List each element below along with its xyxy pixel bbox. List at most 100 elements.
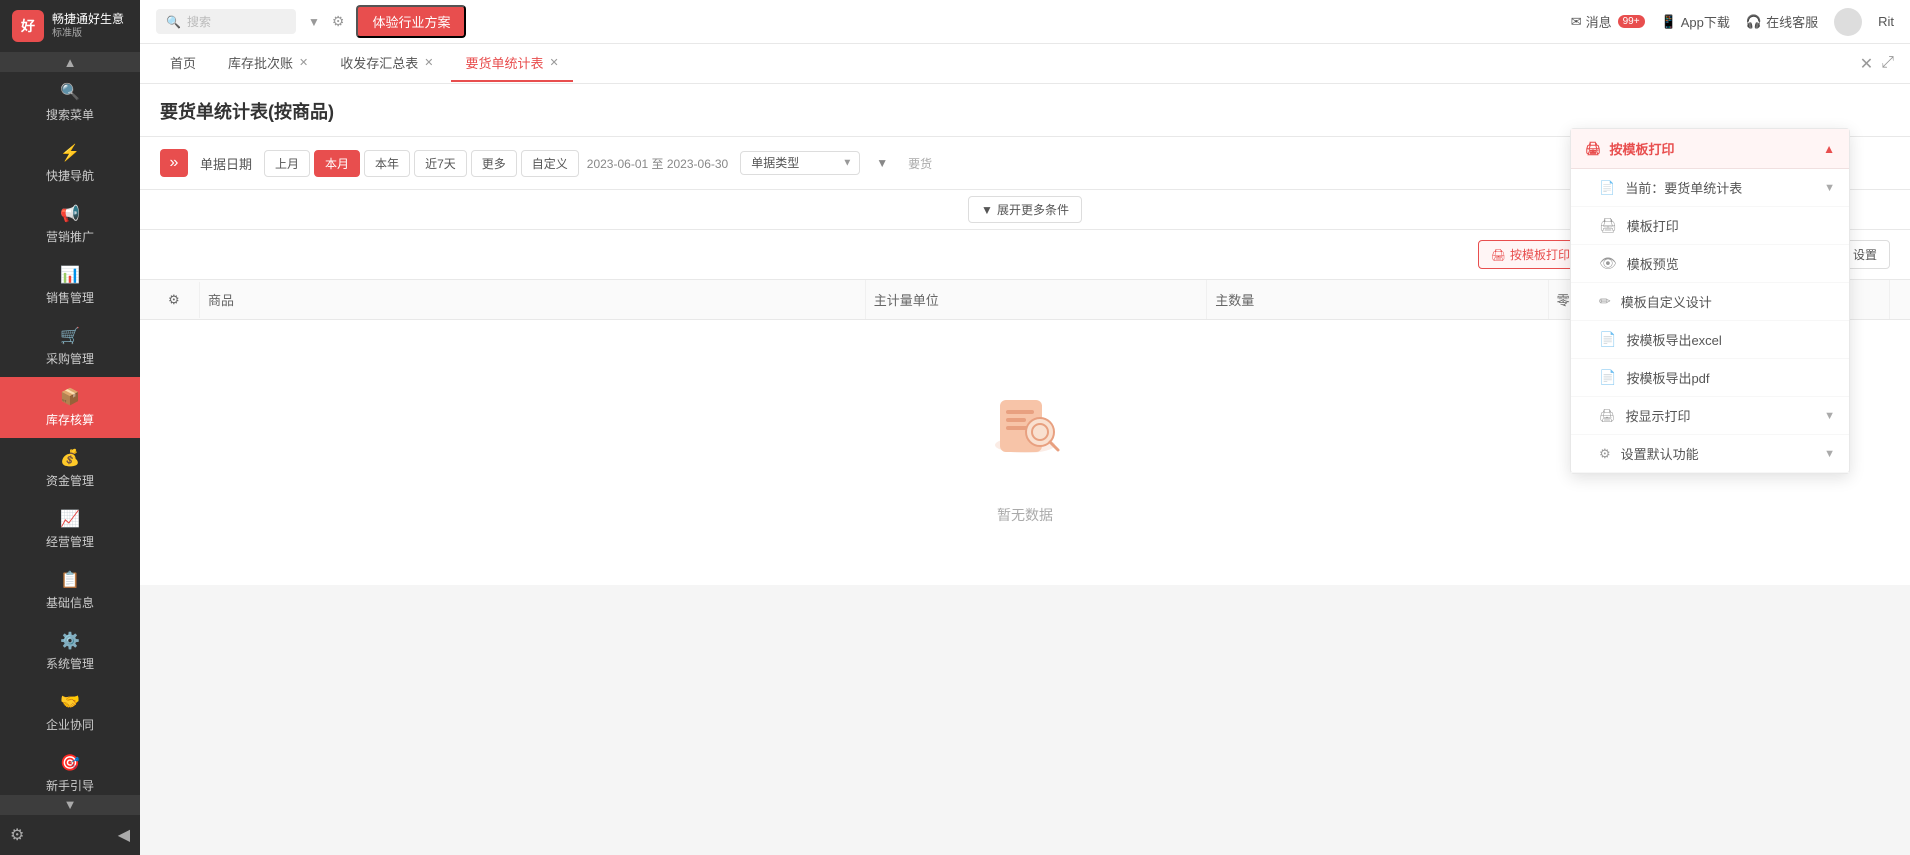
default-func-label: 设置默认功能 (1621, 444, 1699, 463)
dropdown-current-item[interactable]: 📄 当前：要货单统计表 ▼ (1571, 169, 1849, 207)
sidebar-item-label: 新手引导 (46, 777, 94, 794)
date-more-btn[interactable]: 更多 (471, 150, 517, 177)
order-type-dropdown-icon: ▼ (876, 156, 888, 170)
sidebar-item-guide[interactable]: 🎯 新手引导 (0, 743, 140, 795)
maximize-window-btn[interactable]: ⤢ (1881, 54, 1894, 74)
trial-button[interactable]: 体验行业方案 (356, 5, 466, 38)
content-wrapper: 要货单统计表(按商品) » 单据日期 上月 本月 本年 近7天 更多 自定义 2… (140, 84, 1910, 585)
sidebar-item-marketing[interactable]: 📢 营销推广 (0, 194, 140, 255)
print-icon: 🖨 (1491, 248, 1506, 262)
tab-order-summary-close[interactable]: ✕ (550, 56, 559, 69)
date-filter-label: 单据日期 (200, 154, 252, 173)
messages-btn[interactable]: ✉ 消息 99+ (1571, 12, 1645, 31)
sidebar-item-operation[interactable]: 📈 经营管理 (0, 499, 140, 560)
date-this-year-btn[interactable]: 本年 (364, 150, 410, 177)
sidebar-bottom: ⚙ ◀ (0, 814, 140, 855)
system-icon: ⚙️ (60, 631, 80, 651)
app-version: 标准版 (52, 27, 124, 41)
sidebar-scroll-up[interactable]: ▲ (0, 53, 140, 72)
current-label-icon: 📄 (1599, 180, 1615, 196)
quick-nav-icon: ⚡ (60, 143, 80, 163)
tab-receipt-summary[interactable]: 收发存汇总表 ✕ (326, 45, 447, 82)
sidebar-item-label: 营销推广 (46, 228, 94, 245)
collapse-icon[interactable]: ◀ (118, 825, 130, 845)
tab-order-summary-label: 要货单统计表 (465, 53, 543, 72)
display-print-chevron: ▼ (1824, 410, 1835, 422)
date-custom-btn[interactable]: 自定义 (521, 150, 579, 177)
message-icon: ✉ (1571, 14, 1582, 30)
tab-order-summary[interactable]: 要货单统计表 ✕ (451, 45, 572, 82)
sidebar-item-inventory[interactable]: 📦 库存核算 (0, 377, 140, 438)
current-label-text: 当前：要货单统计表 (1625, 178, 1742, 197)
filter-expand-btn[interactable]: » (160, 149, 188, 177)
product-col-label: 商品 (208, 293, 234, 308)
main-area: 🔍 搜索 ▼ ⚙ 体验行业方案 ✉ 消息 99+ 📱 App下载 🎧 在线客服 … (140, 0, 1910, 855)
topbar-gear-icon[interactable]: ⚙ (332, 13, 345, 30)
sidebar-item-label: 企业协同 (46, 716, 94, 733)
date-this-month-btn[interactable]: 本月 (314, 150, 360, 177)
date-last-month-btn[interactable]: 上月 (264, 150, 310, 177)
dropdown-group-default-func[interactable]: ⚙ 设置默认功能 ▼ (1571, 435, 1849, 473)
search-placeholder: 搜索 (187, 13, 211, 30)
tab-home[interactable]: 首页 (156, 45, 210, 82)
finance-icon: 💰 (60, 448, 80, 468)
dropdown-item-template-excel[interactable]: 📄 按模板导出excel (1571, 321, 1849, 359)
dropdown-group-display-print[interactable]: 🖨 按显示打印 ▼ (1571, 397, 1849, 435)
sidebar-scroll-down[interactable]: ▼ (0, 795, 140, 814)
sidebar-item-label: 销售管理 (46, 289, 94, 306)
sidebar-item-quick-nav[interactable]: ⚡ 快捷导航 (0, 133, 140, 194)
guide-icon: 🎯 (60, 753, 80, 773)
tab-receipt-summary-label: 收发存汇总表 (340, 53, 418, 72)
col-settings[interactable]: ⚙ (160, 282, 200, 318)
online-service-btn[interactable]: 🎧 在线客服 (1746, 12, 1818, 31)
messages-badge: 99+ (1618, 15, 1645, 28)
qty-col-label: 主数量 (1215, 293, 1254, 308)
display-print-label: 按显示打印 (1626, 406, 1691, 425)
tab-inventory-batch-label: 库存批次账 (228, 53, 293, 72)
window-controls: ✕ ⤢ (1860, 54, 1894, 74)
app-download-btn[interactable]: 📱 App下载 (1661, 12, 1730, 31)
dropdown-item-template-preview[interactable]: 👁 模板预览 (1571, 245, 1849, 283)
service-icon: 🎧 (1746, 14, 1762, 30)
display-print-left: 🖨 按显示打印 (1599, 406, 1691, 425)
settings-icon[interactable]: ⚙ (10, 825, 24, 845)
username-label: Rit (1878, 14, 1894, 29)
date-filter-group: 上月 本月 本年 近7天 更多 自定义 2023-06-01 至 2023-06… (264, 150, 728, 177)
topbar-right: ✉ 消息 99+ 📱 App下载 🎧 在线客服 Rit (1571, 8, 1894, 36)
search-icon: 🔍 (60, 82, 80, 102)
purchase-icon: 🛒 (60, 326, 80, 346)
close-window-btn[interactable]: ✕ (1860, 54, 1873, 74)
sidebar-item-collab[interactable]: 🤝 企业协同 (0, 682, 140, 743)
default-func-icon: ⚙ (1599, 446, 1611, 462)
inventory-icon: 📦 (60, 387, 80, 407)
online-service-label: 在线客服 (1766, 12, 1818, 31)
sidebar-item-label: 搜索菜单 (46, 106, 94, 123)
tab-receipt-summary-close[interactable]: ✕ (424, 56, 433, 69)
expand-more-btn[interactable]: ▼ 展开更多条件 (968, 196, 1082, 223)
dropdown-item-template-print[interactable]: 🖨 模板打印 (1571, 207, 1849, 245)
date-7days-btn[interactable]: 近7天 (414, 150, 467, 177)
dropdown-close-chevron[interactable]: ▲ (1823, 142, 1835, 156)
topbar-search[interactable]: 🔍 搜索 (156, 9, 296, 34)
logo-text: 畅捷通好生意 标准版 (52, 11, 124, 42)
dropdown-item-template-pdf[interactable]: 📄 按模板导出pdf (1571, 359, 1849, 397)
avatar[interactable] (1834, 8, 1862, 36)
page-content: 要货单统计表(按商品) » 单据日期 上月 本月 本年 近7天 更多 自定义 2… (140, 84, 1910, 855)
current-label-inner: 当前：要货单统计表 ▼ (1625, 178, 1835, 197)
order-type-select[interactable]: 单据类型 (740, 151, 860, 175)
sidebar-item-search[interactable]: 🔍 搜索菜单 (0, 72, 140, 133)
default-func-chevron: ▼ (1824, 448, 1835, 460)
dropdown-item-template-design[interactable]: ✏ 模板自定义设计 (1571, 283, 1849, 321)
sidebar-item-basic[interactable]: 📋 基础信息 (0, 560, 140, 621)
tab-inventory-batch-close[interactable]: ✕ (299, 56, 308, 69)
template-print-label: 模板打印 (1627, 216, 1679, 235)
tab-inventory-batch[interactable]: 库存批次账 ✕ (214, 45, 322, 82)
dropdown-header: 🖨 按模板打印 ▲ (1571, 129, 1849, 169)
dropdown-title: 按模板打印 (1610, 139, 1675, 158)
sidebar-item-finance[interactable]: 💰 资金管理 (0, 438, 140, 499)
sidebar-item-system[interactable]: ⚙️ 系统管理 (0, 621, 140, 682)
topbar-chevron-icon[interactable]: ▼ (308, 15, 320, 29)
empty-text: 暂无数据 (997, 505, 1053, 525)
sidebar-item-purchase[interactable]: 🛒 采购管理 (0, 316, 140, 377)
sidebar-item-sales[interactable]: 📊 销售管理 (0, 255, 140, 316)
